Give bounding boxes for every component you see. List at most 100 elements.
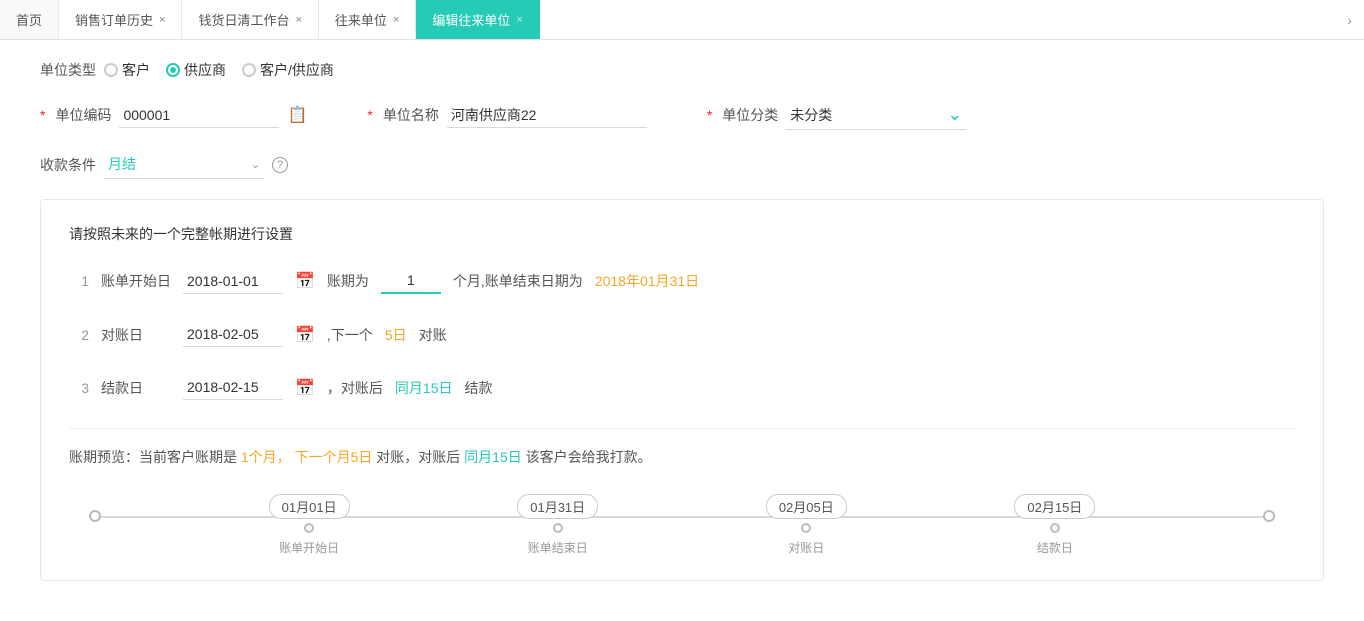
- row-2-highlight: 5日: [385, 325, 407, 345]
- row-1-date-input[interactable]: [183, 269, 283, 294]
- row-1-prefix: 账期为: [327, 271, 369, 291]
- timeline-point-4: 02月15日 结款日: [1014, 494, 1095, 556]
- unit-code-icon[interactable]: 📋: [287, 105, 307, 125]
- timeline-point-3: 02月05日 对账日: [766, 494, 847, 556]
- preview-part3: 同月15日: [464, 449, 522, 465]
- timeline-container: 01月01日 账单开始日 01月31日 账单结束日 02月05日 对账日: [69, 494, 1295, 556]
- payment-value: 月结: [108, 154, 251, 174]
- timeline-point-2: 01月31日 账单结束日: [517, 494, 598, 556]
- payment-label: 收款条件: [40, 155, 96, 175]
- tab-edit-close-icon[interactable]: ×: [516, 14, 522, 26]
- row-1-suffix: 个月,账单结束日期为: [453, 271, 583, 291]
- main-content: 单位类型 客户 供应商 客户/供应商 * 单位编码: [0, 40, 1364, 621]
- tab-unit-label: 往来单位: [335, 10, 387, 29]
- tab-expand-button[interactable]: ›: [1335, 0, 1364, 39]
- radio-supplier-circle: [166, 63, 180, 77]
- radio-both-circle: [242, 63, 256, 77]
- row-3-date-input[interactable]: [183, 375, 283, 400]
- section-divider: [69, 428, 1295, 429]
- timeline-label-2: 账单结束日: [528, 539, 588, 556]
- row-2-date-input[interactable]: [183, 322, 283, 347]
- unit-code-input[interactable]: [119, 103, 279, 128]
- tab-edit-unit[interactable]: 编辑往来单位 ×: [416, 0, 539, 39]
- row-1-label: 账单开始日: [101, 271, 171, 291]
- section-title: 请按照未来的一个完整帐期进行设置: [69, 224, 1295, 244]
- unit-classify-value: 未分类: [790, 105, 939, 125]
- tab-sales-close-icon[interactable]: ×: [159, 14, 165, 26]
- radio-customer[interactable]: 客户: [104, 60, 150, 80]
- unit-code-label: 单位编码: [55, 105, 111, 125]
- end-dot-circle: [1263, 510, 1275, 522]
- period-row-2: 2 对账日 📅 ,下一个 5日 对账: [69, 322, 1295, 347]
- row-2-suffix: 对账: [419, 325, 447, 345]
- period-input[interactable]: [381, 268, 441, 294]
- tab-home[interactable]: 首页: [0, 0, 59, 39]
- timeline-line: [89, 516, 1275, 518]
- row-3-highlight: 同月15日: [395, 378, 453, 398]
- tab-sales-history[interactable]: 销售订单历史 ×: [59, 0, 182, 39]
- preview-label: 账期预览：当前客户账期是: [69, 449, 237, 465]
- tab-cash-close-icon[interactable]: ×: [295, 14, 301, 26]
- unit-code-star: *: [40, 107, 45, 123]
- row-3-cal-icon[interactable]: 📅: [295, 378, 315, 398]
- timeline-pill-3: 02月05日: [766, 494, 847, 519]
- timeline-dot-2: [553, 523, 563, 533]
- classify-arrow-icon: ⌄: [947, 104, 962, 125]
- radio-supplier[interactable]: 供应商: [166, 60, 226, 80]
- unit-type-row: 单位类型 客户 供应商 客户/供应商: [40, 60, 1324, 80]
- unit-name-input[interactable]: [447, 103, 647, 128]
- row-3-prefix: ，对账后: [327, 378, 383, 398]
- radio-group: 客户 供应商 客户/供应商: [104, 60, 334, 80]
- timeline-label-4: 结款日: [1037, 539, 1073, 556]
- radio-customer-label: 客户: [122, 60, 150, 80]
- row-3-suffix: 结款: [465, 378, 493, 398]
- unit-type-label: 单位类型: [40, 60, 96, 80]
- tab-home-label: 首页: [16, 10, 42, 29]
- row-3-label: 结款日: [101, 378, 171, 398]
- timeline-pill-4: 02月15日: [1014, 494, 1095, 519]
- timeline-label-3: 对账日: [788, 539, 824, 556]
- unit-classify-star: *: [707, 107, 712, 123]
- unit-classify-label: 单位分类: [722, 105, 778, 125]
- payment-row: 收款条件 月结 ⌄ ?: [40, 150, 1324, 179]
- row-2-label: 对账日: [101, 325, 171, 345]
- period-row-1: 1 账单开始日 📅 账期为 个月,账单结束日期为 2018年01月31日: [69, 268, 1295, 294]
- tab-edit-label: 编辑往来单位: [432, 10, 510, 29]
- preview-end: 该客户会给我打款。: [526, 449, 652, 465]
- tab-unit-list[interactable]: 往来单位 ×: [319, 0, 416, 39]
- row-1-cal-icon[interactable]: 📅: [295, 271, 315, 291]
- unit-name-label: 单位名称: [383, 105, 439, 125]
- payment-arrow-icon: ⌄: [251, 158, 260, 171]
- unit-info-row: * 单位编码 📋 * 单位名称 * 单位分类 未分类 ⌄: [40, 100, 1324, 130]
- radio-customer-circle: [104, 63, 118, 77]
- unit-type-group: 单位类型 客户 供应商 客户/供应商: [40, 60, 334, 80]
- timeline-dot-1: [304, 523, 314, 533]
- period-section: 请按照未来的一个完整帐期进行设置 1 账单开始日 📅 账期为 个月,账单结束日期…: [40, 199, 1324, 581]
- tab-unit-close-icon[interactable]: ×: [393, 14, 399, 26]
- row-2-prefix: ,下一个: [327, 325, 373, 345]
- row-2-cal-icon[interactable]: 📅: [295, 325, 315, 345]
- payment-help-icon[interactable]: ?: [272, 157, 288, 173]
- row-1-highlight: 2018年01月31日: [595, 271, 699, 291]
- radio-both-label: 客户/供应商: [260, 60, 334, 80]
- preview-text: 账期预览：当前客户账期是 1个月， 下一个月5日 对账，对账后 同月15日 该客…: [69, 445, 1295, 470]
- payment-dropdown[interactable]: 月结 ⌄: [104, 150, 264, 179]
- payment-group: 收款条件 月结 ⌄ ?: [40, 150, 288, 179]
- row-1-num: 1: [69, 273, 89, 289]
- unit-name-group: * 单位名称: [367, 103, 646, 128]
- radio-both[interactable]: 客户/供应商: [242, 60, 334, 80]
- period-row-3: 3 结款日 📅 ，对账后 同月15日 结款: [69, 375, 1295, 400]
- unit-classify-dropdown[interactable]: 未分类 ⌄: [786, 100, 966, 130]
- preview-part1: 1个月，: [241, 449, 291, 465]
- tab-bar: 首页 销售订单历史 × 钱货日清工作台 × 往来单位 × 编辑往来单位 × ›: [0, 0, 1364, 40]
- tab-cash-label: 钱货日清工作台: [198, 10, 289, 29]
- unit-classify-group: * 单位分类 未分类 ⌄: [707, 100, 966, 130]
- preview-part2: 下一个月5日: [295, 449, 373, 465]
- preview-mid: 对账，对账后: [376, 449, 460, 465]
- unit-name-star: *: [367, 107, 372, 123]
- tab-cash-work[interactable]: 钱货日清工作台 ×: [182, 0, 318, 39]
- timeline-dot-3: [801, 523, 811, 533]
- tab-sales-label: 销售订单历史: [75, 10, 153, 29]
- start-dot-circle: [89, 510, 101, 522]
- timeline-point-1: 01月01日 账单开始日: [269, 494, 350, 556]
